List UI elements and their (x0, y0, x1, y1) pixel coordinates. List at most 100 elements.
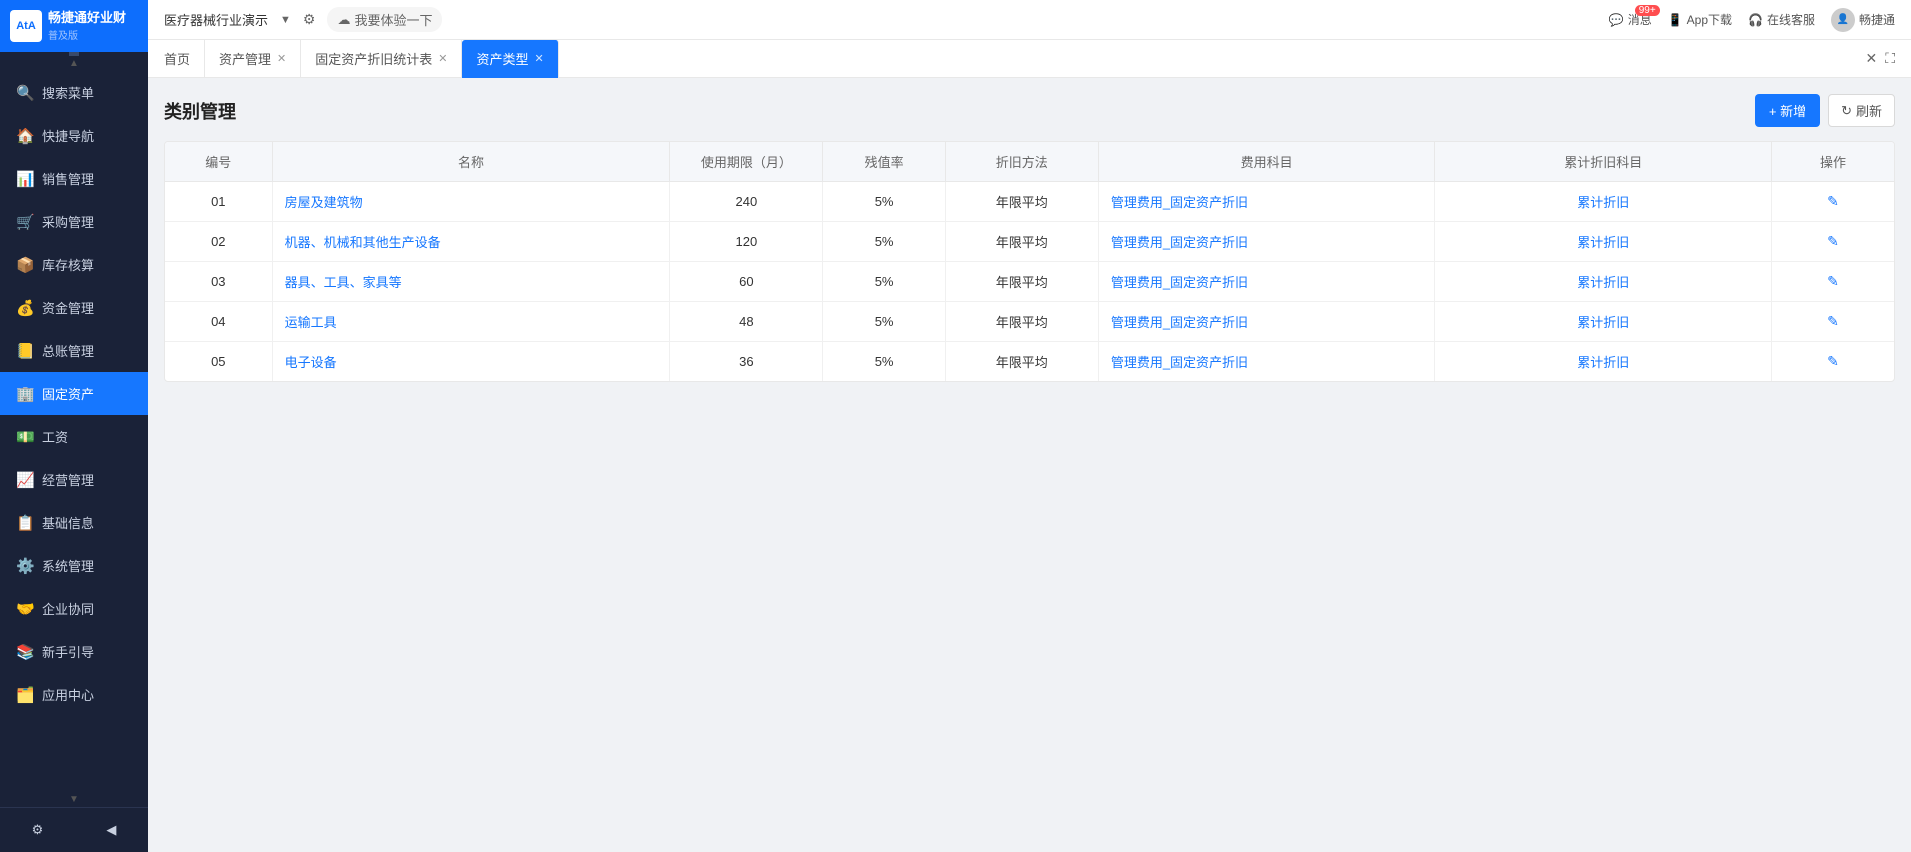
cell-action-4: ✎ (1772, 342, 1894, 382)
edit-btn-4[interactable]: ✎ (1827, 353, 1839, 369)
sidebar-item-funds[interactable]: 💰资金管理 (0, 286, 148, 329)
cell-period-3: 48 (670, 302, 823, 342)
logo-icon: AtA (10, 10, 42, 42)
topbar-action-customer_service[interactable]: 🎧在线客服 (1748, 11, 1815, 28)
sidebar-item-inventory[interactable]: 📦库存核算 (0, 243, 148, 286)
page-header: 类别管理 + 新增 ↻ 刷新 (164, 94, 1895, 127)
sidebar-item-quicknav[interactable]: 🏠快捷导航 (0, 114, 148, 157)
window-expand-btn[interactable]: ⛶ (1885, 50, 1895, 67)
tab-close-asset_mgmt[interactable]: ✕ (277, 52, 286, 65)
sidebar-icon-search: 🔍 (16, 84, 34, 102)
sidebar-label-guide: 新手引导 (42, 642, 94, 661)
breadcrumb-tab-asset_type[interactable]: 资产类型 ✕ (462, 40, 558, 78)
sidebar-item-purchase[interactable]: 🛒采购管理 (0, 200, 148, 243)
topbar-label-customer_service: 在线客服 (1767, 11, 1815, 28)
sidebar-icon-guide: 📚 (16, 643, 34, 661)
experience-button[interactable]: ☁ 我要体验一下 (327, 7, 442, 32)
sidebar-item-appcenter[interactable]: 🗂️应用中心 (0, 673, 148, 716)
cell-accum-0: 累计折旧 (1435, 182, 1772, 222)
th-累计折旧科目: 累计折旧科目 (1435, 142, 1772, 182)
sidebar-item-sales[interactable]: 📊销售管理 (0, 157, 148, 200)
sidebar-icon-management: 📈 (16, 471, 34, 489)
cell-accum-2: 累计折旧 (1435, 262, 1772, 302)
sidebar-item-fixed[interactable]: 🏢固定资产 (0, 372, 148, 415)
cell-name-3: 运输工具 (272, 302, 670, 342)
sidebar-icon-basicinfo: 📋 (16, 514, 34, 532)
th-名称: 名称 (272, 142, 670, 182)
topbar-action-user[interactable]: 👤畅捷通 (1831, 8, 1895, 32)
th-残值率: 残值率 (823, 142, 945, 182)
settings-icon[interactable]: ⚙ (22, 816, 54, 844)
sidebar-item-management[interactable]: 📈经营管理 (0, 458, 148, 501)
sidebar-item-salary[interactable]: 💵工资 (0, 415, 148, 458)
sidebar-label-inventory: 库存核算 (42, 255, 94, 274)
scroll-up-btn[interactable]: ▲ (0, 56, 148, 71)
tab-close-asset_type[interactable]: ✕ (535, 52, 544, 65)
logo-text: 畅捷通好业财 (48, 10, 126, 27)
edit-btn-0[interactable]: ✎ (1827, 193, 1839, 209)
sidebar-label-basicinfo: 基础信息 (42, 513, 94, 532)
breadcrumb-tab-home[interactable]: 首页 (164, 40, 205, 78)
page-title: 类别管理 (164, 98, 236, 124)
data-table: 编号名称使用期限（月）残值率折旧方法费用科目累计折旧科目操作 01 房屋及建筑物… (164, 141, 1895, 382)
cell-expense-4: 管理费用_固定资产折旧 (1098, 342, 1435, 382)
cell-code-4: 05 (165, 342, 272, 382)
edit-btn-1[interactable]: ✎ (1827, 233, 1839, 249)
sidebar-item-search[interactable]: 🔍搜索菜单 (0, 71, 148, 114)
company-dropdown-icon[interactable]: ▼ (280, 14, 291, 26)
cell-code-0: 01 (165, 182, 272, 222)
cell-action-0: ✎ (1772, 182, 1894, 222)
cell-code-2: 03 (165, 262, 272, 302)
cell-code-3: 04 (165, 302, 272, 342)
tab-label-asset_type: 资产类型 (476, 49, 528, 68)
sidebar-item-enterprise[interactable]: 🤝企业协同 (0, 587, 148, 630)
topbar-icon-app_download: 📱 (1668, 13, 1683, 27)
cell-expense-3: 管理费用_固定资产折旧 (1098, 302, 1435, 342)
edit-btn-3[interactable]: ✎ (1827, 313, 1839, 329)
cell-residual-2: 5% (823, 262, 945, 302)
topbar-action-messages[interactable]: 💬消息99+ (1609, 11, 1652, 28)
sidebar-nav: 🔍搜索菜单🏠快捷导航📊销售管理🛒采购管理📦库存核算💰资金管理📒总账管理🏢固定资产… (0, 71, 148, 792)
topbar-action-app_download[interactable]: 📱App下载 (1668, 11, 1732, 28)
cell-action-1: ✎ (1772, 222, 1894, 262)
sidebar-label-fixed: 固定资产 (42, 384, 94, 403)
breadcrumb-tab-asset_mgmt[interactable]: 资产管理 ✕ (205, 40, 301, 78)
collapse-icon[interactable]: ◀ (96, 816, 126, 844)
sidebar-item-basicinfo[interactable]: 📋 基础信息 (0, 501, 148, 544)
edit-btn-2[interactable]: ✎ (1827, 273, 1839, 289)
settings-icon[interactable]: ⚙ (303, 11, 316, 28)
refresh-icon: ↻ (1841, 103, 1852, 119)
cell-method-2: 年限平均 (945, 262, 1098, 302)
sidebar: AtA 畅捷通好业财 普及版 ▲ 🔍搜索菜单🏠快捷导航📊销售管理🛒采购管理📦库存… (0, 0, 148, 852)
breadcrumb-tab-depreciation[interactable]: 固定资产折旧统计表✕ (301, 40, 462, 78)
tab-label-asset_mgmt: 资产管理 (219, 49, 271, 68)
topbar: 医疗器械行业演示 ▼ ⚙ ☁ 我要体验一下 💬消息99+📱App下载🎧在线客服👤… (148, 0, 1911, 40)
sidebar-item-guide[interactable]: 📚 新手引导 (0, 630, 148, 673)
cell-method-1: 年限平均 (945, 222, 1098, 262)
cell-residual-0: 5% (823, 182, 945, 222)
sidebar-item-ledger[interactable]: 📒总账管理 (0, 329, 148, 372)
avatar-user: 👤 (1831, 8, 1855, 32)
table-body: 01 房屋及建筑物 240 5% 年限平均 管理费用_固定资产折旧 累计折旧 ✎… (165, 182, 1894, 382)
cell-expense-1: 管理费用_固定资产折旧 (1098, 222, 1435, 262)
th-使用期限（月）: 使用期限（月） (670, 142, 823, 182)
table-row: 02 机器、机械和其他生产设备 120 5% 年限平均 管理费用_固定资产折旧 … (165, 222, 1894, 262)
th-编号: 编号 (165, 142, 272, 182)
cell-accum-1: 累计折旧 (1435, 222, 1772, 262)
badge-messages: 99+ (1635, 5, 1660, 16)
refresh-button[interactable]: ↻ 刷新 (1828, 94, 1895, 127)
tab-close-depreciation[interactable]: ✕ (438, 52, 447, 65)
sidebar-bottom: ⚙ ◀ (0, 807, 148, 852)
cell-period-4: 36 (670, 342, 823, 382)
scroll-down-btn[interactable]: ▼ (0, 792, 148, 807)
sidebar-label-funds: 资金管理 (42, 298, 94, 317)
main-content: 医疗器械行业演示 ▼ ⚙ ☁ 我要体验一下 💬消息99+📱App下载🎧在线客服👤… (148, 0, 1911, 852)
logo-sub: 普及版 (48, 27, 126, 42)
window-close-btn[interactable]: ✕ (1865, 50, 1877, 67)
cell-code-1: 02 (165, 222, 272, 262)
cell-name-1: 机器、机械和其他生产设备 (272, 222, 670, 262)
category-table: 编号名称使用期限（月）残值率折旧方法费用科目累计折旧科目操作 01 房屋及建筑物… (165, 142, 1894, 381)
sidebar-item-system[interactable]: ⚙️系统管理 (0, 544, 148, 587)
new-button[interactable]: + 新增 (1755, 94, 1820, 127)
sidebar-icon-sales: 📊 (16, 170, 34, 188)
